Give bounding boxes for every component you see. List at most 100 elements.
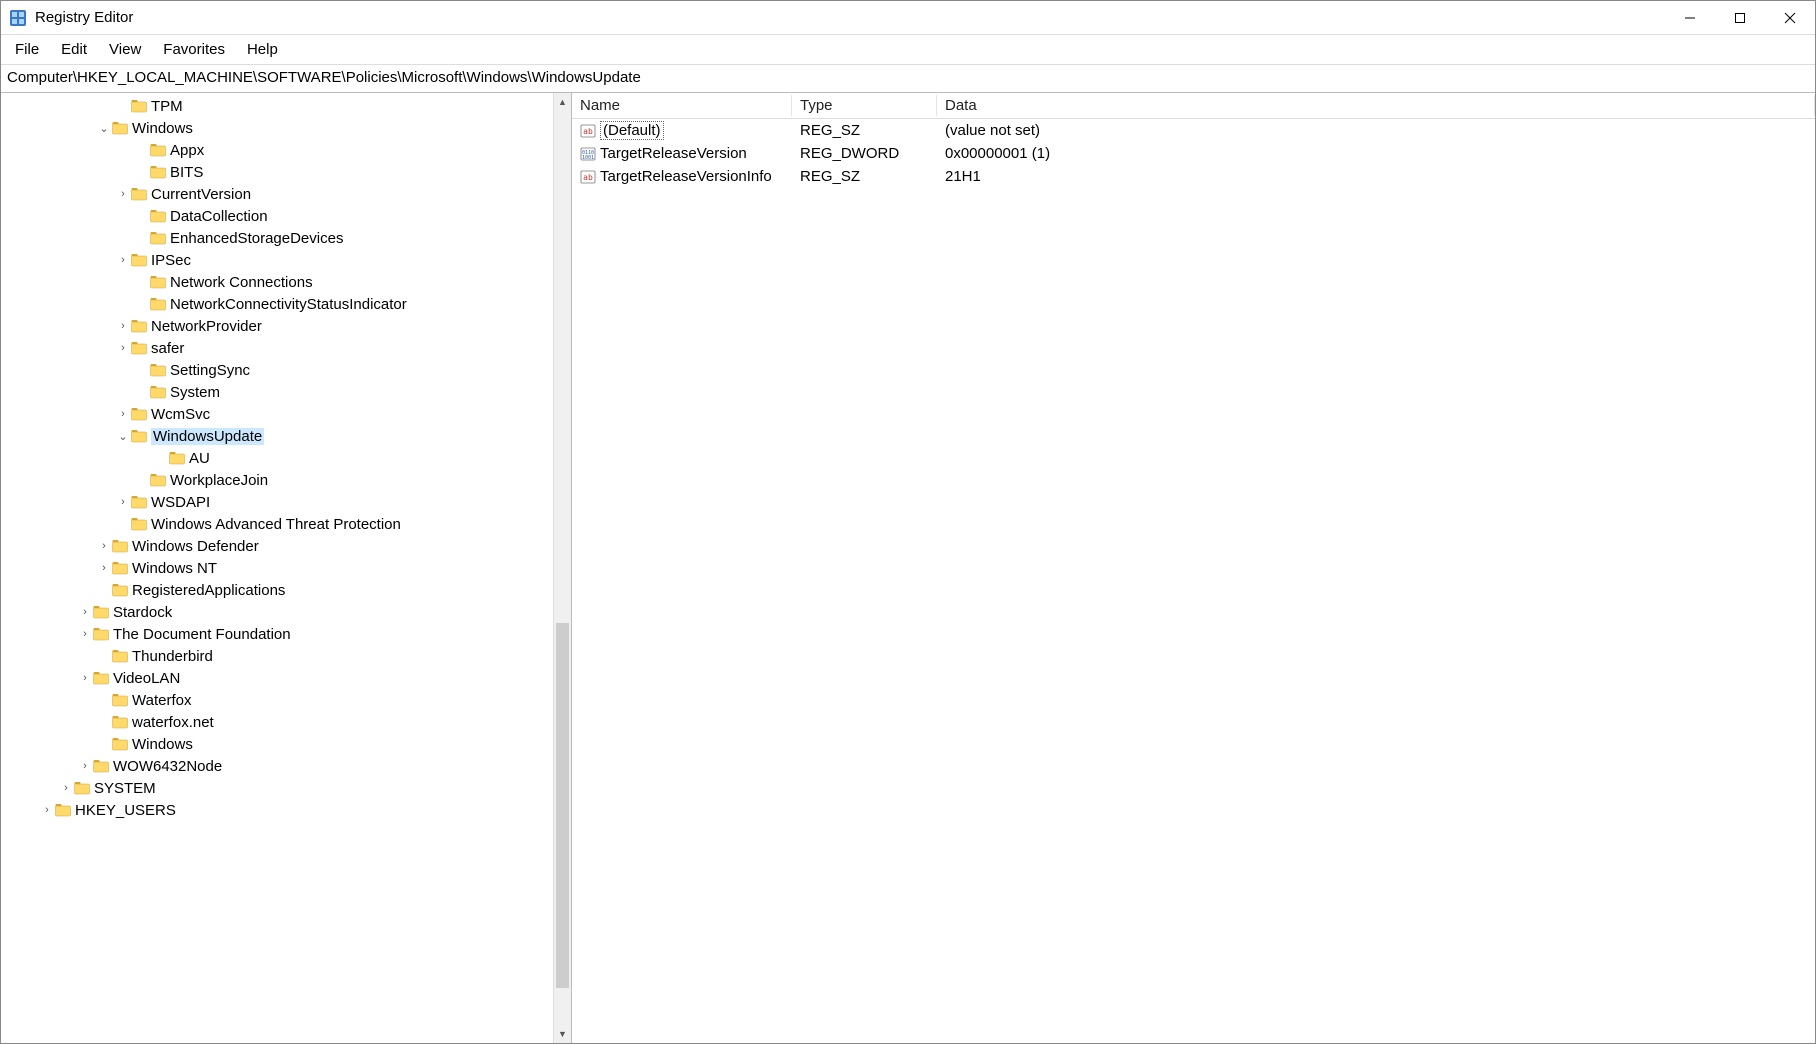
values-header[interactable]: Name Type Data	[572, 93, 1815, 119]
folder-icon	[112, 561, 128, 575]
tree-item[interactable]: Network Connections	[1, 271, 553, 293]
value-row[interactable]: ab(Default)REG_SZ(value not set)	[572, 119, 1815, 142]
folder-icon	[150, 385, 166, 399]
tree-item-label: Waterfox	[132, 692, 191, 709]
scroll-up-icon[interactable]: ▲	[554, 93, 571, 111]
tree-item[interactable]: Thunderbird	[1, 645, 553, 667]
folder-icon	[150, 297, 166, 311]
folder-icon	[131, 187, 147, 201]
chevron-right-icon[interactable]: ›	[115, 496, 131, 508]
tree-item[interactable]: ›SYSTEM	[1, 777, 553, 799]
tree-item[interactable]: Windows Advanced Threat Protection	[1, 513, 553, 535]
tree-item[interactable]: Waterfox	[1, 689, 553, 711]
address-bar[interactable]: Computer\HKEY_LOCAL_MACHINE\SOFTWARE\Pol…	[1, 65, 1815, 93]
chevron-right-icon[interactable]: ›	[115, 408, 131, 420]
tree-item-label: NetworkConnectivityStatusIndicator	[170, 296, 407, 313]
header-type[interactable]: Type	[792, 95, 937, 116]
chevron-right-icon[interactable]: ›	[77, 606, 93, 618]
tree-item[interactable]: ›WOW6432Node	[1, 755, 553, 777]
chevron-down-icon[interactable]: ⌄	[96, 122, 112, 135]
tree-item[interactable]: ⌄ Windows	[1, 117, 553, 139]
folder-icon	[112, 693, 128, 707]
menu-view[interactable]: View	[101, 39, 149, 60]
chevron-right-icon[interactable]: ›	[115, 188, 131, 200]
tree-item-label: WindowsUpdate	[151, 428, 264, 445]
value-type: REG_SZ	[792, 166, 937, 187]
menu-help[interactable]: Help	[239, 39, 286, 60]
tree-item-label: Network Connections	[170, 274, 313, 291]
registry-tree[interactable]: TPM ⌄ Windows AppxBITS›CurrentVersionDataCo…	[1, 93, 553, 821]
close-button[interactable]	[1765, 1, 1815, 35]
chevron-right-icon[interactable]: ›	[115, 254, 131, 266]
tree-item[interactable]: ›Windows Defender	[1, 535, 553, 557]
value-row[interactable]: abTargetReleaseVersionInfoREG_SZ21H1	[572, 165, 1815, 188]
chevron-right-icon[interactable]: ›	[39, 804, 55, 816]
tree-item[interactable]: AU	[1, 447, 553, 469]
folder-icon	[55, 803, 71, 817]
chevron-right-icon[interactable]: ›	[115, 320, 131, 332]
tree-item[interactable]: › safer	[1, 337, 553, 359]
menu-favorites[interactable]: Favorites	[155, 39, 233, 60]
tree-item[interactable]: ›Stardock	[1, 601, 553, 623]
tree-item[interactable]: Appx	[1, 139, 553, 161]
tree-item[interactable]: › IPSec	[1, 249, 553, 271]
tree-item-label: IPSec	[151, 252, 191, 269]
tree-item[interactable]: › NetworkProvider	[1, 315, 553, 337]
chevron-right-icon[interactable]: ›	[77, 760, 93, 772]
tree-item[interactable]: BITS	[1, 161, 553, 183]
tree-item[interactable]: ›HKEY_USERS	[1, 799, 553, 821]
tree-item-label: WSDAPI	[151, 494, 210, 511]
tree-item[interactable]: › WSDAPI	[1, 491, 553, 513]
folder-icon	[74, 781, 90, 795]
tree-item-label: safer	[151, 340, 184, 357]
tree-item[interactable]: ›VideoLAN	[1, 667, 553, 689]
tree-item[interactable]: SettingSync	[1, 359, 553, 381]
values-pane: Name Type Data ab(Default)REG_SZ(value n…	[572, 93, 1815, 1043]
chevron-right-icon[interactable]: ›	[115, 342, 131, 354]
tree-item[interactable]: ›Windows NT	[1, 557, 553, 579]
tree-item[interactable]: › The Document Foundation	[1, 623, 553, 645]
chevron-right-icon[interactable]: ›	[77, 628, 93, 640]
tree-item[interactable]: EnhancedStorageDevices	[1, 227, 553, 249]
folder-icon	[112, 583, 128, 597]
value-data: 21H1	[937, 166, 1815, 187]
tree-item-label: Windows	[132, 120, 193, 137]
maximize-button[interactable]	[1715, 1, 1765, 35]
tree-item-label: Windows	[132, 736, 193, 753]
tree-item[interactable]: TPM	[1, 95, 553, 117]
scroll-track[interactable]	[554, 111, 571, 1025]
tree-item[interactable]: NetworkConnectivityStatusIndicator	[1, 293, 553, 315]
folder-icon	[150, 231, 166, 245]
folder-icon	[93, 671, 109, 685]
tree-item[interactable]: RegisteredApplications	[1, 579, 553, 601]
tree-item[interactable]: ›CurrentVersion	[1, 183, 553, 205]
value-row[interactable]: 01101001TargetReleaseVersionREG_DWORD0x0…	[572, 142, 1815, 165]
folder-icon	[150, 363, 166, 377]
chevron-down-icon[interactable]: ⌄	[115, 430, 131, 443]
string-value-icon: ab	[580, 123, 596, 139]
folder-icon	[112, 715, 128, 729]
chevron-right-icon[interactable]: ›	[58, 782, 74, 794]
tree-item-label: AU	[189, 450, 210, 467]
tree-item[interactable]: WorkplaceJoin	[1, 469, 553, 491]
tree-item-label: NetworkProvider	[151, 318, 262, 335]
chevron-right-icon[interactable]: ›	[96, 540, 112, 552]
minimize-button[interactable]	[1665, 1, 1715, 35]
tree-scrollbar[interactable]: ▲ ▼	[553, 93, 571, 1043]
header-data[interactable]: Data	[937, 95, 1815, 116]
tree-item[interactable]: System	[1, 381, 553, 403]
tree-item-label: The Document Foundation	[113, 626, 291, 643]
tree-item[interactable]: Windows	[1, 733, 553, 755]
scroll-down-icon[interactable]: ▼	[554, 1025, 571, 1043]
values-list[interactable]: ab(Default)REG_SZ(value not set)01101001…	[572, 119, 1815, 1043]
menu-edit[interactable]: Edit	[53, 39, 95, 60]
chevron-right-icon[interactable]: ›	[77, 672, 93, 684]
scroll-thumb[interactable]	[556, 623, 569, 989]
header-name[interactable]: Name	[572, 95, 792, 116]
tree-item[interactable]: waterfox.net	[1, 711, 553, 733]
tree-item[interactable]: ›WcmSvc	[1, 403, 553, 425]
tree-item[interactable]: ⌄ WindowsUpdate	[1, 425, 553, 447]
menu-file[interactable]: File	[7, 39, 47, 60]
chevron-right-icon[interactable]: ›	[96, 562, 112, 574]
tree-item[interactable]: DataCollection	[1, 205, 553, 227]
